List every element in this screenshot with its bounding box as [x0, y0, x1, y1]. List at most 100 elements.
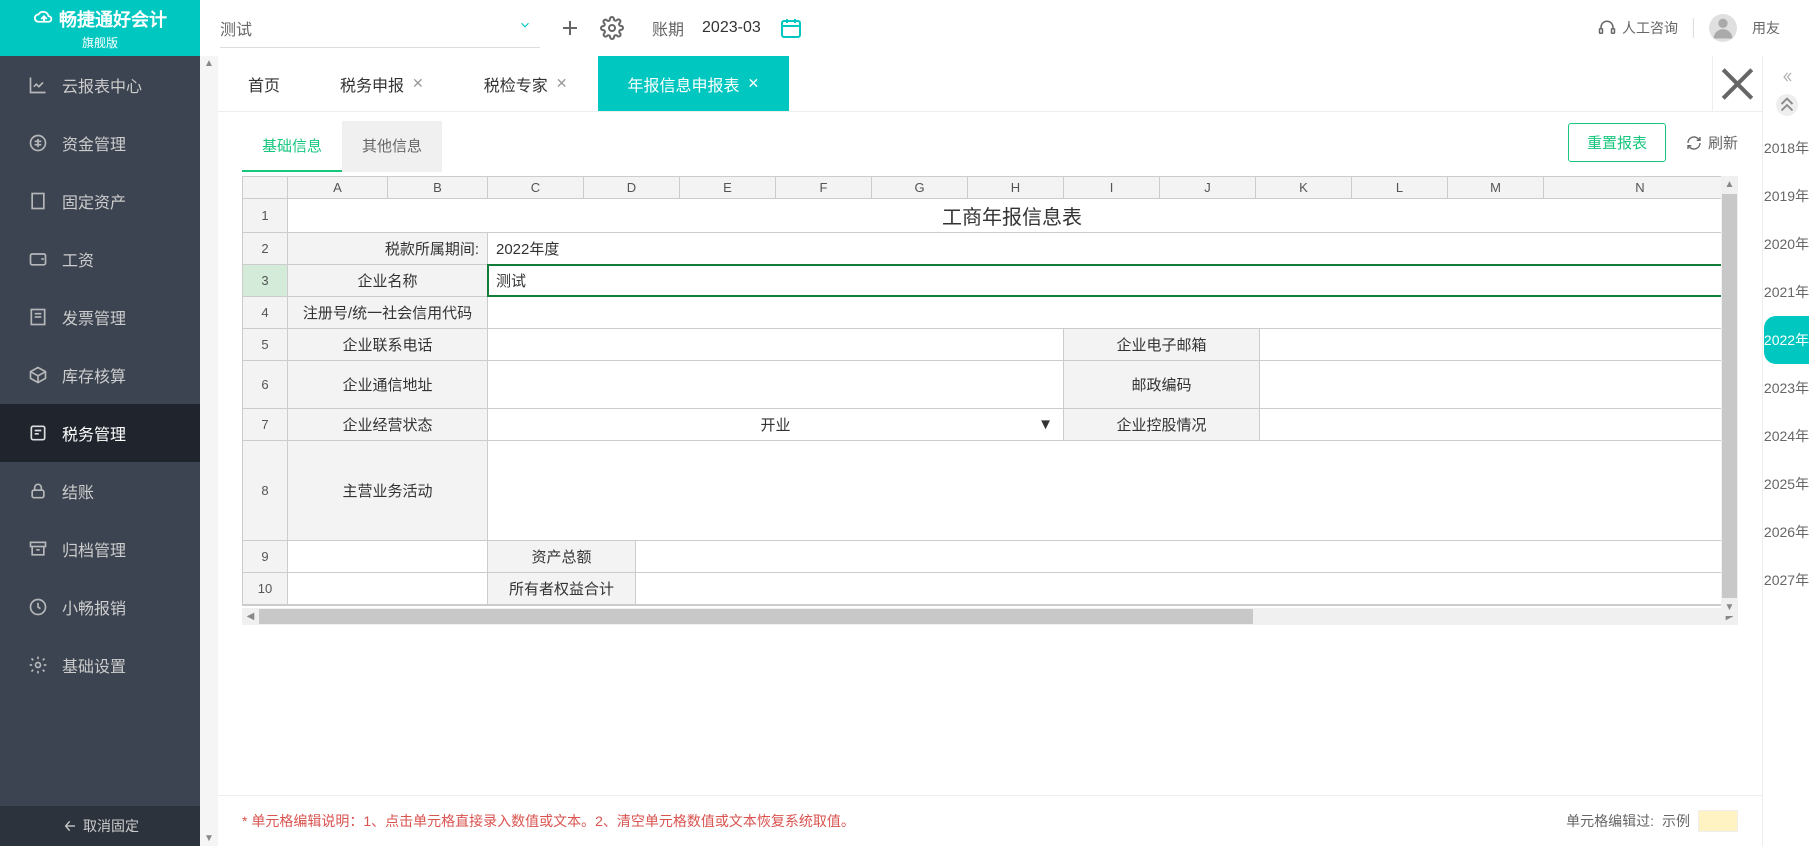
- col-header-M[interactable]: M: [1448, 177, 1544, 198]
- calendar-icon[interactable]: [779, 16, 803, 40]
- assets-label-cell[interactable]: 资产总额: [488, 541, 636, 572]
- reset-report-button[interactable]: 重置报表: [1568, 123, 1666, 162]
- year-2020年[interactable]: 2020年: [1764, 220, 1809, 268]
- tab-首页[interactable]: 首页: [218, 56, 310, 111]
- year-2018年[interactable]: 2018年: [1764, 124, 1809, 172]
- company-name-label-cell[interactable]: 企业名称: [288, 265, 488, 296]
- holding-label-cell[interactable]: 企业控股情况: [1064, 409, 1260, 440]
- year-2019年[interactable]: 2019年: [1764, 172, 1809, 220]
- hscroll-track[interactable]: [259, 608, 1721, 625]
- year-rail-toggle-icon[interactable]: [1776, 94, 1798, 116]
- hscroll-thumb[interactable]: [259, 609, 1253, 624]
- col-header-D[interactable]: D: [584, 177, 680, 198]
- settings-gear-icon[interactable]: [600, 16, 624, 40]
- sidebar-item-lock[interactable]: 结账: [0, 462, 200, 520]
- address-value-cell[interactable]: [488, 361, 1064, 408]
- scroll-down-icon[interactable]: ▼: [204, 831, 214, 846]
- year-2027年[interactable]: 2027年: [1764, 556, 1809, 604]
- sheet-vertical-scrollbar[interactable]: ▲ ▼: [1721, 176, 1738, 616]
- sidebar-item-gear[interactable]: 基础设置: [0, 636, 200, 694]
- holding-value-cell[interactable]: [1260, 409, 1737, 440]
- sidebar-item-building[interactable]: 固定资产: [0, 172, 200, 230]
- zip-label-cell[interactable]: 邮政编码: [1064, 361, 1260, 408]
- vscroll-up-icon[interactable]: ▲: [1721, 176, 1738, 193]
- year-2021年[interactable]: 2021年: [1764, 268, 1809, 316]
- row-header-2[interactable]: 2: [243, 233, 288, 264]
- row-header-10[interactable]: 10: [243, 573, 288, 604]
- avatar[interactable]: [1709, 14, 1737, 42]
- tab-税务申报[interactable]: 税务申报✕: [310, 56, 454, 111]
- sidebar-item-box[interactable]: 库存核算: [0, 346, 200, 404]
- row-header-5[interactable]: 5: [243, 329, 288, 360]
- sidebar-item-wallet[interactable]: 工资: [0, 230, 200, 288]
- year-2024年[interactable]: 2024年: [1764, 412, 1809, 460]
- sidebar-unpin-button[interactable]: 取消固定: [0, 806, 200, 846]
- sheet-title-cell[interactable]: 工商年报信息表: [288, 199, 1737, 232]
- assets-value-cell[interactable]: [636, 541, 1737, 572]
- username[interactable]: 用友: [1752, 18, 1780, 38]
- col-header-J[interactable]: J: [1160, 177, 1256, 198]
- email-value-cell[interactable]: [1260, 329, 1737, 360]
- company-name-value-cell[interactable]: 测试: [488, 265, 1737, 296]
- sidebar-item-tax[interactable]: 税务管理: [0, 404, 200, 462]
- sidebar-item-money[interactable]: 资金管理: [0, 114, 200, 172]
- col-header-L[interactable]: L: [1352, 177, 1448, 198]
- col-header-K[interactable]: K: [1256, 177, 1352, 198]
- mainbiz-value-cell[interactable]: [488, 441, 1737, 540]
- status-value-cell[interactable]: 开业 ▼: [488, 409, 1064, 440]
- add-icon[interactable]: [558, 16, 582, 40]
- zip-value-cell[interactable]: [1260, 361, 1737, 408]
- status-label-cell[interactable]: 企业经营状态: [288, 409, 488, 440]
- regno-value-cell[interactable]: [488, 297, 1737, 328]
- vscroll-down-icon[interactable]: ▼: [1721, 599, 1738, 616]
- scroll-up-icon[interactable]: ▲: [204, 56, 214, 71]
- subtab-其他信息[interactable]: 其他信息: [342, 121, 442, 172]
- sidebar-scrollbar[interactable]: ▲ ▼: [200, 56, 218, 846]
- sidebar-item-report[interactable]: 小畅报销: [0, 578, 200, 636]
- col-header-N[interactable]: N: [1544, 177, 1737, 198]
- row10-blank-cell[interactable]: [288, 573, 488, 604]
- col-header-H[interactable]: H: [968, 177, 1064, 198]
- company-selector[interactable]: 测试: [220, 8, 540, 48]
- phone-value-cell[interactable]: [488, 329, 1064, 360]
- row-header-7[interactable]: 7: [243, 409, 288, 440]
- col-header-I[interactable]: I: [1064, 177, 1160, 198]
- col-header-B[interactable]: B: [388, 177, 488, 198]
- sheet-horizontal-scrollbar[interactable]: ◀ ▶: [242, 608, 1738, 625]
- row-header-4[interactable]: 4: [243, 297, 288, 328]
- phone-label-cell[interactable]: 企业联系电话: [288, 329, 488, 360]
- email-label-cell[interactable]: 企业电子邮箱: [1064, 329, 1260, 360]
- tax-period-value-cell[interactable]: 2022年度: [488, 233, 1737, 264]
- refresh-button[interactable]: 刷新: [1686, 132, 1738, 153]
- col-header-C[interactable]: C: [488, 177, 584, 198]
- vscroll-thumb[interactable]: [1722, 194, 1737, 598]
- row-header-6[interactable]: 6: [243, 361, 288, 408]
- subtab-基础信息[interactable]: 基础信息: [242, 121, 342, 172]
- year-rail-collapse-icon[interactable]: [1780, 66, 1794, 88]
- equity-value-cell[interactable]: [636, 573, 1737, 604]
- year-2023年[interactable]: 2023年: [1764, 364, 1809, 412]
- consult-button[interactable]: 人工咨询: [1598, 18, 1678, 38]
- close-icon[interactable]: ✕: [556, 75, 568, 92]
- row-header-3[interactable]: 3: [243, 265, 288, 296]
- regno-label-cell[interactable]: 注册号/统一社会信用代码: [288, 297, 488, 328]
- tab-税检专家[interactable]: 税检专家✕: [454, 56, 598, 111]
- row-header-9[interactable]: 9: [243, 541, 288, 572]
- year-2022年[interactable]: 2022年: [1764, 316, 1809, 364]
- col-header-F[interactable]: F: [776, 177, 872, 198]
- col-header-G[interactable]: G: [872, 177, 968, 198]
- year-2025年[interactable]: 2025年: [1764, 460, 1809, 508]
- mainbiz-label-cell[interactable]: 主营业务活动: [288, 441, 488, 540]
- year-2026年[interactable]: 2026年: [1764, 508, 1809, 556]
- hscroll-left-icon[interactable]: ◀: [242, 608, 259, 625]
- row-header-8[interactable]: 8: [243, 441, 288, 540]
- period-value[interactable]: 2023-03: [702, 19, 761, 37]
- row-header-1[interactable]: 1: [243, 199, 288, 232]
- close-icon[interactable]: ✕: [412, 75, 424, 92]
- sheet-corner[interactable]: [243, 177, 288, 198]
- col-header-A[interactable]: A: [288, 177, 388, 198]
- address-label-cell[interactable]: 企业通信地址: [288, 361, 488, 408]
- equity-label-cell[interactable]: 所有者权益合计: [488, 573, 636, 604]
- sidebar-item-invoice[interactable]: 发票管理: [0, 288, 200, 346]
- row9-blank-cell[interactable]: [288, 541, 488, 572]
